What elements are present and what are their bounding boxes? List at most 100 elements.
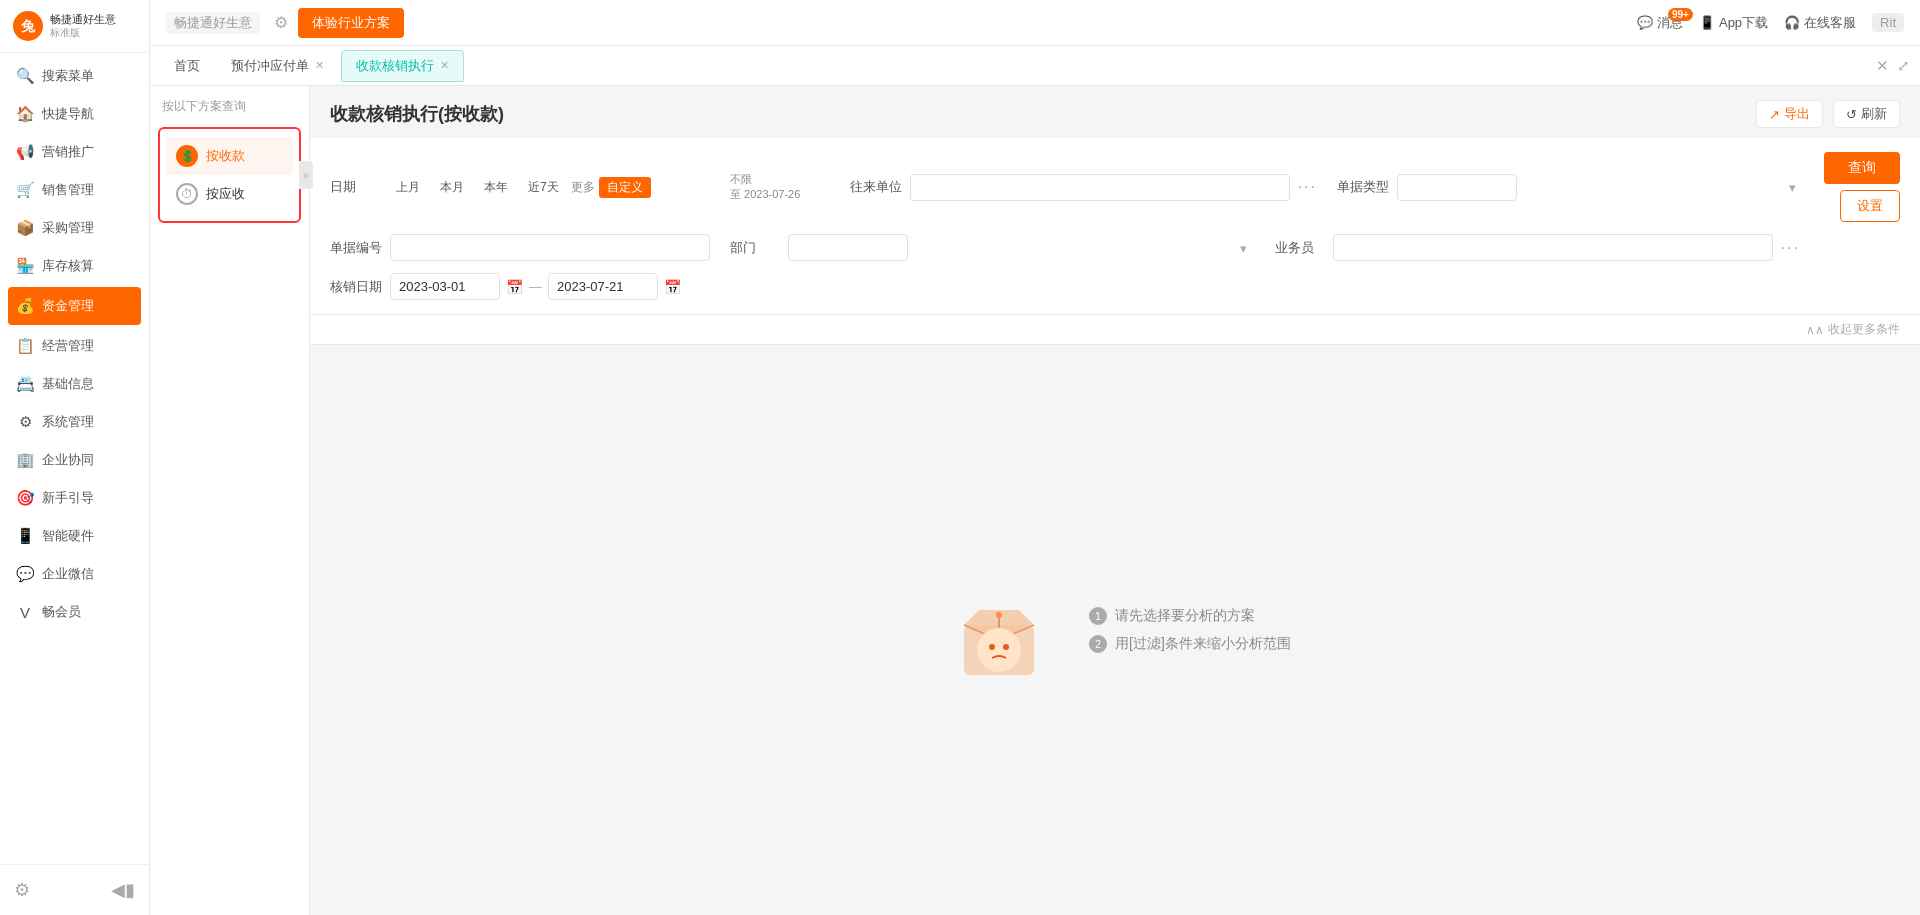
sidebar-item-guide[interactable]: 🎯 新手引导 xyxy=(0,479,149,517)
doc-num-input[interactable] xyxy=(390,234,710,261)
date-label: 日期 xyxy=(330,178,380,196)
sidebar-item-wechat[interactable]: 💬 企业微信 xyxy=(0,555,149,593)
sidebar-item-smart-hardware[interactable]: 📱 智能硬件 xyxy=(0,517,149,555)
filter-option-by-receipt[interactable]: 💲 按收款 xyxy=(166,137,293,175)
gear-icon[interactable]: ⚙ xyxy=(274,13,288,32)
date-tab-last-month[interactable]: 上月 xyxy=(388,177,428,198)
sidebar-item-purchase[interactable]: 📦 采购管理 xyxy=(0,209,149,247)
verify-date-end-input[interactable] xyxy=(548,273,658,300)
top-header-right: 💬 消息 99+ 📱 App下载 🎧 在线客服 Rit xyxy=(1637,13,1904,32)
verify-date-end-calendar-icon[interactable]: 📅 xyxy=(664,279,681,295)
quick-nav-icon: 🏠 xyxy=(16,105,34,123)
date-tab-custom[interactable]: 自定义 xyxy=(599,177,651,198)
date-tab-more[interactable]: 更多 xyxy=(571,179,595,196)
filter-option-by-receivable[interactable]: ⏱ 按应收 xyxy=(166,175,293,213)
system-icon: ⚙ xyxy=(16,413,34,431)
main-content: 收款核销执行(按收款) ↗ 导出 ↺ 刷新 日期 xyxy=(310,86,1920,915)
collapse-sidebar-button[interactable]: ◀▮ xyxy=(107,875,139,905)
verify-date-start-calendar-icon[interactable]: 📅 xyxy=(506,279,523,295)
by-receipt-label: 按收款 xyxy=(206,147,245,165)
export-icon: ↗ xyxy=(1769,107,1780,122)
logo-icon: 兔 xyxy=(12,10,44,42)
enterprise-icon: 🏢 xyxy=(16,451,34,469)
date-tab-this-month[interactable]: 本月 xyxy=(432,177,472,198)
message-button[interactable]: 💬 消息 99+ xyxy=(1637,14,1683,32)
finance-icon: 💰 xyxy=(16,297,34,315)
sidebar-item-member[interactable]: V 畅会员 xyxy=(0,593,149,631)
sidebar: 兔 畅捷通好生意 标准版 🔍 搜索菜单 🏠 快捷导航 📢 营销推广 🛒 销售管理… xyxy=(0,0,150,915)
partner-input[interactable] xyxy=(910,174,1290,201)
staff-picker-icon[interactable]: ··· xyxy=(1781,239,1800,257)
dept-select-wrapper xyxy=(788,234,1255,261)
collapse-conditions-button[interactable]: ∧∧ 收起更多条件 xyxy=(1806,321,1900,338)
query-button[interactable]: 查询 xyxy=(1824,152,1900,184)
sidebar-item-sales[interactable]: 🛒 销售管理 xyxy=(0,171,149,209)
empty-state: 1 请先选择要分析的方案 2 用[过滤]条件来缩小分析范围 xyxy=(310,345,1920,915)
sidebar-item-basic-info[interactable]: 📇 基础信息 xyxy=(0,365,149,403)
page-title: 收款核销执行(按收款) xyxy=(330,102,504,126)
settings-bottom-button[interactable]: ⚙ xyxy=(10,875,34,905)
sidebar-item-enterprise[interactable]: 🏢 企业协同 xyxy=(0,441,149,479)
by-receivable-icon: ⏱ xyxy=(176,183,198,205)
empty-svg xyxy=(939,570,1059,690)
tab-receive[interactable]: 收款核销执行 ✕ xyxy=(341,50,464,82)
tab-prepay-label: 预付冲应付单 xyxy=(231,57,309,75)
tab-close-all-icon[interactable]: ✕ xyxy=(1876,57,1889,75)
smart-hardware-icon: 📱 xyxy=(16,527,34,545)
industry-btn[interactable]: 体验行业方案 xyxy=(298,8,404,38)
guide-icon: 🎯 xyxy=(16,489,34,507)
empty-hint-2-num: 2 xyxy=(1089,635,1107,653)
partner-picker-icon[interactable]: ··· xyxy=(1298,178,1317,196)
doc-num-group: 单据编号 xyxy=(330,234,710,261)
by-receivable-label: 按应收 xyxy=(206,185,245,203)
purchase-icon: 📦 xyxy=(16,219,34,237)
tab-prepay-close[interactable]: ✕ xyxy=(315,59,324,72)
online-service-label: 在线客服 xyxy=(1804,14,1856,32)
top-header-left: 畅捷通好生意 ⚙ 体验行业方案 xyxy=(166,8,404,38)
date-tab-7days[interactable]: 近7天 xyxy=(520,177,567,198)
sidebar-item-marketing[interactable]: 📢 营销推广 xyxy=(0,133,149,171)
staff-input[interactable] xyxy=(1333,234,1773,261)
doc-type-group: 单据类型 xyxy=(1337,174,1804,201)
sidebar-item-quick-nav[interactable]: 🏠 快捷导航 xyxy=(0,95,149,133)
date-group: 日期 上月 本月 本年 近7天 更多 自定义 xyxy=(330,177,710,198)
sidebar-item-search-menu[interactable]: 🔍 搜索菜单 xyxy=(0,57,149,95)
dept-group: 部门 xyxy=(730,234,1255,261)
settings-button[interactable]: 设置 xyxy=(1840,190,1900,222)
online-service-button[interactable]: 🎧 在线客服 xyxy=(1784,14,1856,32)
tab-expand-icon[interactable]: ⤢ xyxy=(1897,57,1910,75)
dept-select[interactable] xyxy=(788,234,908,261)
tab-home[interactable]: 首页 xyxy=(160,50,214,82)
export-button[interactable]: ↗ 导出 xyxy=(1756,100,1823,128)
sidebar-item-operation[interactable]: 📋 经营管理 xyxy=(0,327,149,365)
partner-label: 往来单位 xyxy=(850,178,902,196)
doc-num-label: 单据编号 xyxy=(330,239,382,257)
sidebar-logo: 兔 畅捷通好生意 标准版 xyxy=(0,0,149,53)
refresh-button[interactable]: ↺ 刷新 xyxy=(1833,100,1900,128)
date-tab-this-year[interactable]: 本年 xyxy=(476,177,516,198)
sidebar-item-inventory[interactable]: 🏪 库存核算 xyxy=(0,247,149,285)
filter-panel-collapse-btn[interactable]: » xyxy=(299,161,313,189)
sidebar-menu: 🔍 搜索菜单 🏠 快捷导航 📢 营销推广 🛒 销售管理 📦 采购管理 🏪 库存核… xyxy=(0,53,149,864)
collapse-conditions-bar: ∧∧ 收起更多条件 xyxy=(310,315,1920,345)
svg-point-10 xyxy=(996,612,1002,618)
sidebar-item-finance[interactable]: 💰 资金管理 xyxy=(8,287,141,325)
verify-date-group: 核销日期 📅 — 📅 xyxy=(330,273,810,300)
top-header: 畅捷通好生意 ⚙ 体验行业方案 💬 消息 99+ 📱 App下载 🎧 在线客服 … xyxy=(150,0,1920,46)
filter-panel: 按以下方案查询 💲 按收款 ⏱ 按应收 » xyxy=(150,86,310,915)
logo-sub: 标准版 xyxy=(50,26,116,40)
verify-date-start-input[interactable] xyxy=(390,273,500,300)
tab-prepay[interactable]: 预付冲应付单 ✕ xyxy=(216,50,339,82)
search-form: 日期 上月 本月 本年 近7天 更多 自定义 不限 至 2023-07-26 xyxy=(310,138,1920,315)
sidebar-item-system[interactable]: ⚙ 系统管理 xyxy=(0,403,149,441)
svg-point-8 xyxy=(1003,644,1009,650)
svg-point-6 xyxy=(977,628,1021,672)
app-download-button[interactable]: 📱 App下载 xyxy=(1699,14,1768,32)
date-tabs-group: 上月 本月 本年 近7天 更多 自定义 xyxy=(388,177,651,198)
page-actions: ↗ 导出 ↺ 刷新 xyxy=(1756,100,1900,128)
empty-hint-1-num: 1 xyxy=(1089,607,1107,625)
doc-type-select[interactable] xyxy=(1397,174,1517,201)
marketing-icon: 📢 xyxy=(16,143,34,161)
tab-receive-close[interactable]: ✕ xyxy=(440,59,449,72)
form-row-3: 核销日期 📅 — 📅 xyxy=(330,273,1900,300)
